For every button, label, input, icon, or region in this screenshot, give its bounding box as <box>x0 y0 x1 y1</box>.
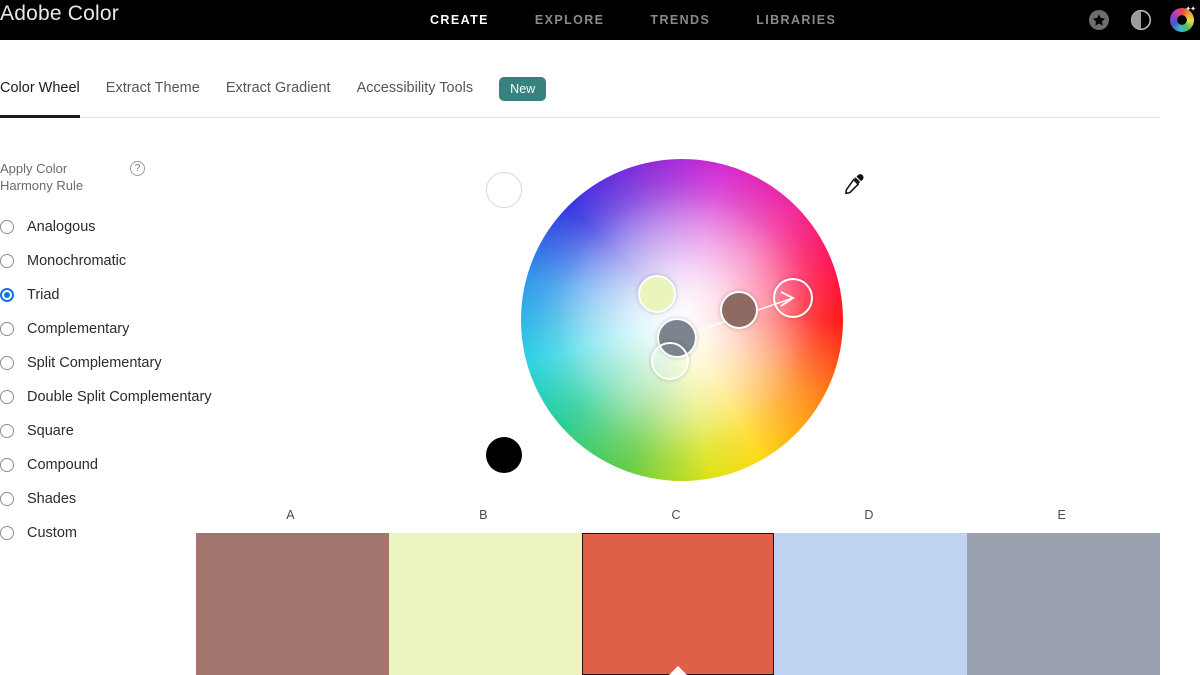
rule-label: Custom <box>27 525 77 541</box>
swatch-d[interactable] <box>774 533 967 675</box>
wheel-marker-d[interactable] <box>651 342 689 380</box>
swatch-label-e: E <box>1058 508 1066 522</box>
eyedropper-icon[interactable] <box>840 170 870 205</box>
color-wheel-area <box>0 0 1200 510</box>
swatch-label-c: C <box>672 508 681 522</box>
wheel-marker-a[interactable] <box>720 291 758 329</box>
empty-color-circle[interactable] <box>486 172 522 208</box>
swatch-strip <box>196 533 1160 675</box>
swatch-labels: A B C D E <box>196 508 1160 528</box>
swatch-a[interactable] <box>196 533 389 675</box>
swatch-label-d: D <box>864 508 873 522</box>
black-color-circle[interactable] <box>486 437 522 473</box>
swatch-selected-caret-icon <box>669 666 687 675</box>
wheel-marker-c[interactable] <box>773 278 813 318</box>
swatch-b[interactable] <box>389 533 582 675</box>
swatch-label-a: A <box>286 508 294 522</box>
wheel-marker-b[interactable] <box>638 275 676 313</box>
swatch-label-b: B <box>479 508 487 522</box>
swatch-e[interactable] <box>967 533 1160 675</box>
radio-custom[interactable] <box>0 526 14 540</box>
swatch-c[interactable] <box>582 533 775 675</box>
